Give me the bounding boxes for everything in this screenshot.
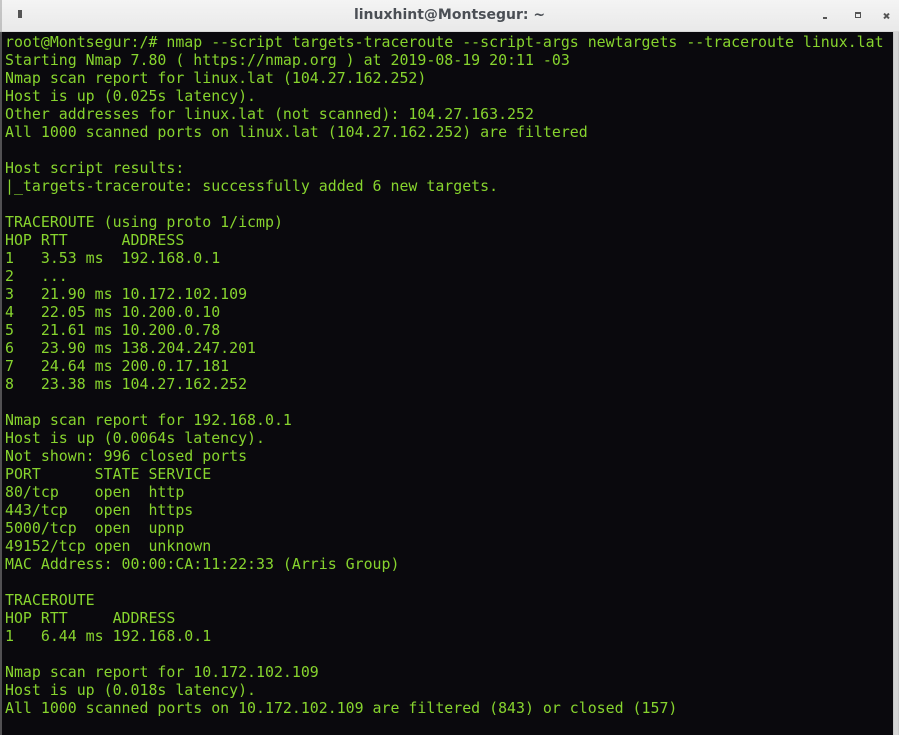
terminal-line: 80/tcp open http — [5, 483, 185, 501]
terminal-line: TRACEROUTE (using proto 1/icmp) — [5, 213, 283, 231]
terminal-line: Host is up (0.025s latency). — [5, 87, 257, 105]
terminal-line: All 1000 scanned ports on linux.lat (104… — [5, 123, 588, 141]
maximize-icon[interactable] — [851, 8, 865, 22]
terminal-line: MAC Address: 00:00:CA:11:22:33 (Arris Gr… — [5, 555, 400, 573]
terminal-line: Other addresses for linux.lat (not scann… — [5, 105, 534, 123]
terminal-line: 49152/tcp open unknown — [5, 537, 212, 555]
terminal-line: 2 ... — [5, 267, 68, 285]
terminal-line: Nmap scan report for linux.lat (104.27.1… — [5, 69, 427, 87]
terminal-output[interactable]: root@Montsegur:/# nmap --script targets-… — [0, 32, 893, 735]
terminal-lines: root@Montsegur:/# nmap --script targets-… — [5, 33, 884, 717]
terminal-line: HOP RTT ADDRESS — [5, 609, 176, 627]
terminal-line: 5 21.61 ms 10.200.0.78 — [5, 321, 221, 339]
terminal-line: 7 24.64 ms 200.0.17.181 — [5, 357, 230, 375]
terminal-line: Nmap scan report for 10.172.102.109 — [5, 663, 319, 681]
terminal-line: 3 21.90 ms 10.172.102.109 — [5, 285, 248, 303]
title-bar[interactable]: linuxhint@Montsegur: ~ — [0, 0, 899, 32]
terminal-line: Host script results: — [5, 159, 185, 177]
minimize-icon[interactable] — [818, 8, 832, 22]
terminal-line: Host is up (0.018s latency). — [5, 681, 257, 699]
terminal-line: All 1000 scanned ports on 10.172.102.109… — [5, 699, 678, 717]
terminal-line: Nmap scan report for 192.168.0.1 — [5, 411, 292, 429]
terminal-line: Host is up (0.0064s latency). — [5, 429, 265, 447]
terminal-line: 5000/tcp open upnp — [5, 519, 185, 537]
terminal-line: 4 22.05 ms 10.200.0.10 — [5, 303, 221, 321]
command-prompt-line: root@Montsegur:/# nmap --script targets-… — [5, 33, 884, 51]
terminal-line: HOP RTT ADDRESS — [5, 231, 185, 249]
terminal-line: Not shown: 996 closed ports — [5, 447, 248, 465]
terminal-window: linuxhint@Montsegur: ~ root@Montsegur:/#… — [0, 0, 899, 735]
terminal-line: 443/tcp open https — [5, 501, 194, 519]
terminal-line: PORT STATE SERVICE — [5, 465, 212, 483]
close-icon[interactable] — [880, 8, 894, 22]
scrollbar-thumb[interactable] — [894, 32, 898, 735]
terminal-line: |_targets-traceroute: successfully added… — [5, 177, 499, 195]
terminal-line: 6 23.90 ms 138.204.247.201 — [5, 339, 257, 357]
scrollbar[interactable] — [893, 32, 899, 735]
window-title: linuxhint@Montsegur: ~ — [353, 7, 546, 23]
window-border — [0, 0, 2, 735]
terminal-line: 8 23.38 ms 104.27.162.252 — [5, 375, 248, 393]
terminal-line: 1 6.44 ms 192.168.0.1 — [5, 627, 212, 645]
terminal-line: TRACEROUTE — [5, 591, 95, 609]
terminal-line: 1 3.53 ms 192.168.0.1 — [5, 249, 221, 267]
terminal-line: Starting Nmap 7.80 ( https://nmap.org ) … — [5, 51, 570, 69]
